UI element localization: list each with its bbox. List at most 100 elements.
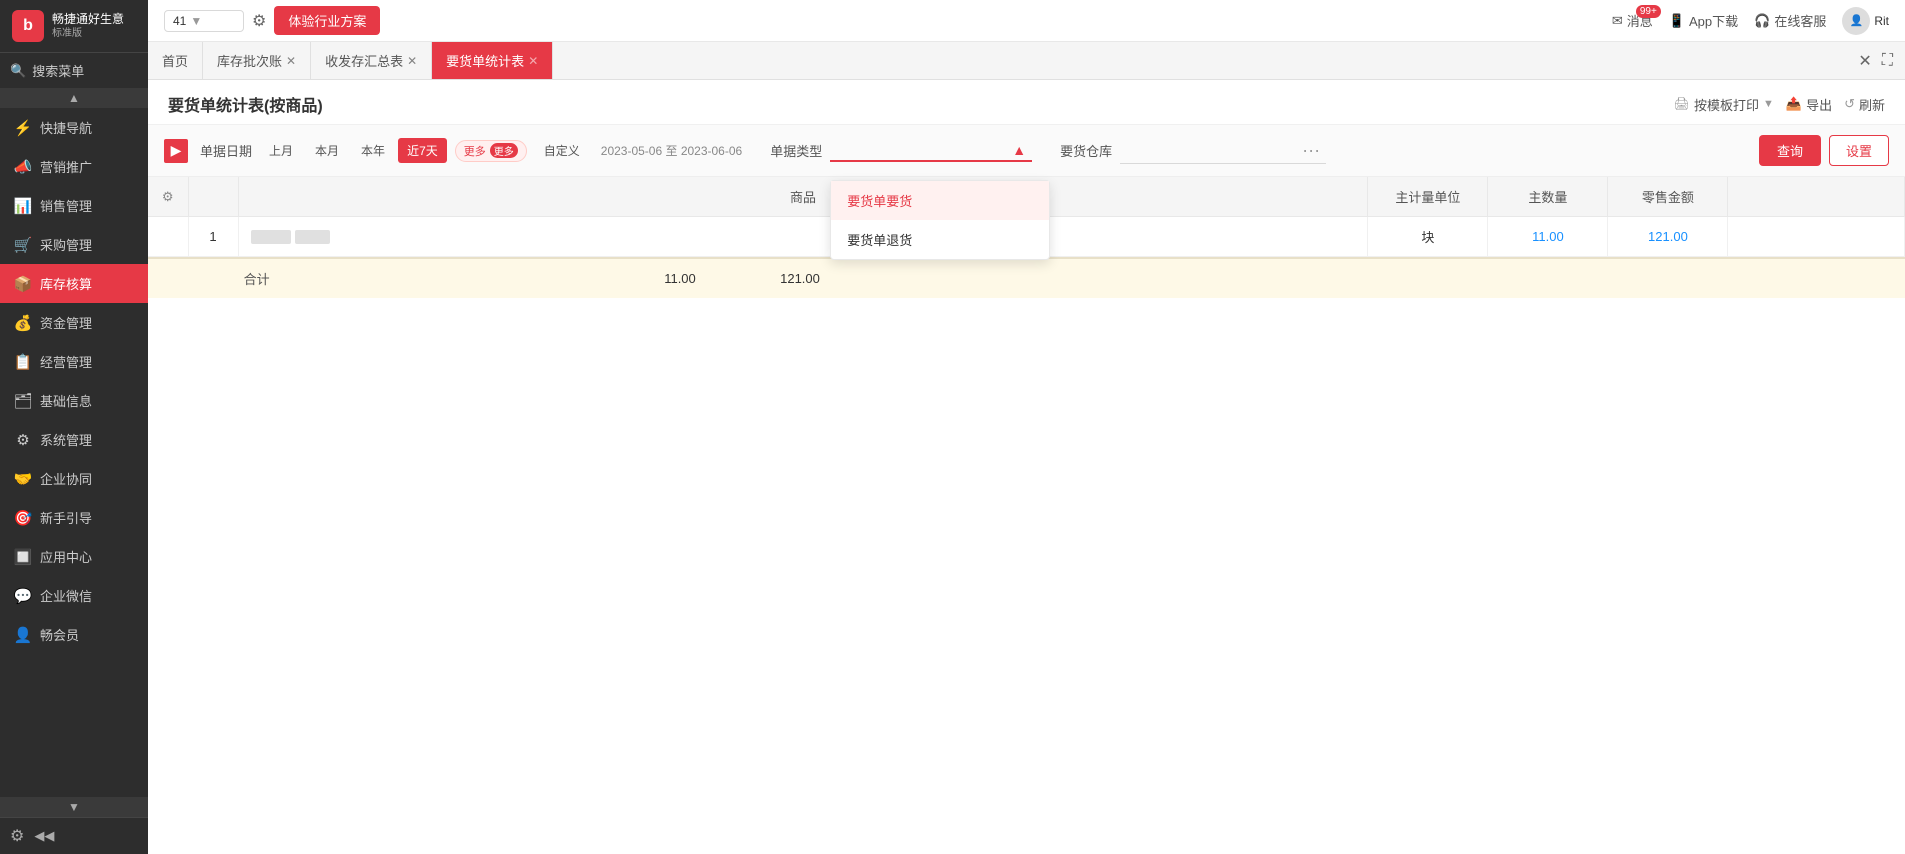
- company-selector[interactable]: 41 ▼: [164, 10, 244, 32]
- refresh-action[interactable]: ↺ 刷新: [1844, 95, 1885, 114]
- td-index: 1: [188, 217, 238, 257]
- sidebar-scroll-down[interactable]: ▼: [0, 797, 148, 817]
- print-action[interactable]: 🖨 按模板打印 ▼: [1673, 95, 1773, 114]
- date-btn-recent-7[interactable]: 近7天: [398, 138, 447, 163]
- type-dropdown: 要货单要货 要货单退货: [830, 180, 1050, 260]
- sidebar-item-enterprise[interactable]: 🤝 企业协同: [0, 459, 148, 498]
- sidebar-item-marketing[interactable]: 📣 营销推广: [0, 147, 148, 186]
- tab-controls: ✕ ⛶: [1846, 42, 1905, 79]
- date-range-display: 2023-05-06 至 2023-06-06: [601, 142, 742, 159]
- tab-close-inventory-batch[interactable]: ✕: [286, 54, 296, 68]
- td-amount: 121.00: [1608, 217, 1728, 257]
- wechat-icon: 💬: [14, 587, 32, 605]
- print-icon: 🖨: [1673, 96, 1690, 112]
- sidebar-item-inventory[interactable]: 📦 库存核算: [0, 264, 148, 303]
- query-button[interactable]: 查询: [1759, 135, 1821, 166]
- tab-close-receivable-summary[interactable]: ✕: [407, 54, 417, 68]
- sidebar-search[interactable]: 🔍 搜索菜单: [0, 53, 148, 88]
- td-unit: 块: [1368, 217, 1488, 257]
- td-product: [238, 217, 1368, 257]
- tab-expand-icon[interactable]: ⛶: [1878, 52, 1897, 70]
- type-filter-input[interactable]: ▲: [830, 140, 1032, 162]
- sidebar-item-finance[interactable]: 💰 资金管理: [0, 303, 148, 342]
- sidebar-nav: ⚡ 快捷导航 📣 营销推广 📊 销售管理 🛒 采购管理 📦 库存核算 💰: [0, 108, 148, 797]
- export-action[interactable]: 📤 导出: [1786, 95, 1832, 114]
- th-settings: ⚙: [148, 177, 188, 217]
- date-range-tag[interactable]: 更多 更多: [455, 140, 527, 162]
- sidebar-item-operation[interactable]: 📋 经营管理: [0, 342, 148, 381]
- warehouse-more-icon[interactable]: ···: [1302, 140, 1320, 161]
- search-icon: 🔍: [10, 63, 26, 79]
- operation-icon: 📋: [14, 353, 32, 371]
- warehouse-filter-input[interactable]: ···: [1120, 138, 1326, 164]
- sidebar-item-member[interactable]: 👤 畅会员: [0, 615, 148, 654]
- sidebar-item-guide[interactable]: 🎯 新手引导: [0, 498, 148, 537]
- td-settings: [148, 217, 188, 257]
- sidebar-item-purchase[interactable]: 🛒 采购管理: [0, 225, 148, 264]
- sidebar-item-system[interactable]: ⚙ 系统管理: [0, 420, 148, 459]
- app-download-icon: 📱: [1669, 13, 1685, 29]
- page-title: 要货单统计表(按商品): [168, 92, 323, 116]
- filter-row: 单据日期 上月 本月 本年 近7天 更多 更多 自定义 2023-05-06 至…: [200, 135, 1889, 166]
- main-area: 41 ▼ ⚙ 体验行业方案 ✉ 消息 99+ 📱 App下载 🎧 在: [148, 0, 1905, 854]
- logo-text: 畅捷通好生意 标准版: [52, 12, 124, 41]
- dropdown-item-yao-huo-tui[interactable]: 要货单退货: [831, 220, 1049, 259]
- sidebar-item-app-center[interactable]: 🔲 应用中心: [0, 537, 148, 576]
- sidebar-item-basic[interactable]: 🗂 基础信息: [0, 381, 148, 420]
- th-unit: 主计量单位: [1368, 177, 1488, 217]
- company-num: 41: [173, 14, 186, 28]
- sidebar: b 畅捷通好生意 标准版 🔍 搜索菜单 ▲ ⚡ 快捷导航 📣 营销推广 📊: [0, 0, 148, 854]
- bottom-collapse-icon[interactable]: ◀◀: [34, 828, 54, 844]
- page-actions: 🖨 按模板打印 ▼ 📤 导出 ↺ 刷新: [1673, 95, 1885, 114]
- warehouse-filter-text[interactable]: [1126, 143, 1302, 158]
- company-dropdown-icon: ▼: [190, 14, 202, 28]
- user-profile[interactable]: 👤 Rit: [1842, 7, 1889, 35]
- tab-bar: 首页 库存批次账 ✕ 收发存汇总表 ✕ 要货单统计表 ✕ ✕ ⛶: [148, 42, 1905, 80]
- sidebar-logo: b 畅捷通好生意 标准版: [0, 0, 148, 53]
- set-button[interactable]: 设置: [1829, 135, 1889, 166]
- quantity-link[interactable]: 11.00: [1532, 229, 1564, 244]
- sidebar-item-quick-nav[interactable]: ⚡ 快捷导航: [0, 108, 148, 147]
- refresh-icon: ↺: [1844, 96, 1855, 112]
- filter-expand-button[interactable]: ▶: [164, 139, 188, 163]
- filter-area: ▶ 单据日期 上月 本月 本年 近7天 更多 更多 自定义 2023-05-06…: [148, 125, 1905, 177]
- sidebar-scroll-up[interactable]: ▲: [0, 88, 148, 108]
- tab-order-summary[interactable]: 要货单统计表 ✕: [432, 42, 553, 79]
- product-placeholder-2: [295, 230, 330, 244]
- message-action[interactable]: ✉ 消息 99+: [1612, 11, 1653, 30]
- footer-amount: 121.00: [740, 271, 860, 286]
- tab-inventory-batch[interactable]: 库存批次账 ✕: [203, 42, 311, 79]
- sidebar-bottom: ⚙ ◀◀: [0, 817, 148, 854]
- amount-link[interactable]: 121.00: [1648, 229, 1688, 244]
- bottom-settings-icon[interactable]: ⚙: [10, 826, 24, 846]
- tab-receivable-summary[interactable]: 收发存汇总表 ✕: [311, 42, 432, 79]
- quick-nav-icon: ⚡: [14, 119, 32, 137]
- headset-icon: 🎧: [1754, 13, 1770, 29]
- header-left: 41 ▼ ⚙ 体验行业方案: [164, 6, 1600, 35]
- date-btn-last-month[interactable]: 上月: [260, 138, 302, 163]
- th-index: [188, 177, 238, 217]
- message-badge: 99+: [1636, 5, 1661, 18]
- sidebar-item-sales[interactable]: 📊 销售管理: [0, 186, 148, 225]
- trial-button[interactable]: 体验行业方案: [274, 6, 380, 35]
- marketing-icon: 📣: [14, 158, 32, 176]
- dropdown-item-yao-huo-dan[interactable]: 要货单要货: [831, 181, 1049, 220]
- user-name: Rit: [1874, 14, 1889, 28]
- type-filter-chevron-icon[interactable]: ▲: [1012, 142, 1026, 158]
- purchase-icon: 🛒: [14, 236, 32, 254]
- date-filter-label: 单据日期: [200, 141, 252, 160]
- sidebar-item-wechat[interactable]: 💬 企业微信: [0, 576, 148, 615]
- tab-home[interactable]: 首页: [148, 42, 203, 79]
- header-settings-icon[interactable]: ⚙: [252, 11, 266, 31]
- product-placeholder-1: [251, 230, 291, 244]
- tab-close-all-icon[interactable]: ✕: [1854, 51, 1875, 71]
- table-settings-icon[interactable]: ⚙: [162, 189, 174, 204]
- type-filter-text[interactable]: [836, 142, 1012, 157]
- sales-icon: 📊: [14, 197, 32, 215]
- date-btn-this-month[interactable]: 本月: [306, 138, 348, 163]
- date-btn-this-year[interactable]: 本年: [352, 138, 394, 163]
- online-service-action[interactable]: 🎧 在线客服: [1754, 11, 1826, 30]
- app-download-action[interactable]: 📱 App下载: [1669, 11, 1738, 30]
- tab-close-order-summary[interactable]: ✕: [528, 54, 538, 68]
- date-btn-custom[interactable]: 自定义: [535, 138, 589, 163]
